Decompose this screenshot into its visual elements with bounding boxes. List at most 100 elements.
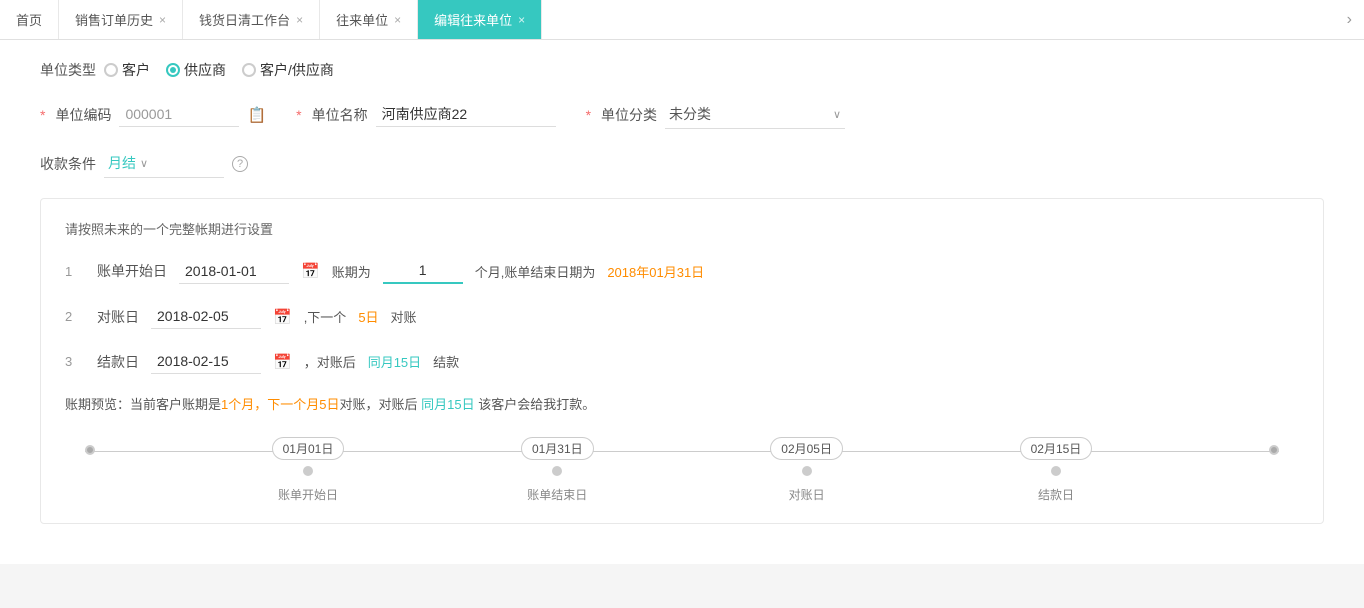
radio-supplier-label: 供应商	[184, 60, 226, 80]
timeline-dot-right	[1269, 445, 1279, 455]
tab-sales-history[interactable]: 销售订单历史 ×	[59, 0, 183, 39]
timeline-point-0: 01月01日 账单开始日	[272, 437, 345, 503]
preview-p1: 1个月，	[221, 397, 267, 412]
payment-terms-chevron-icon: ∨	[140, 157, 148, 170]
tab-home-label: 首页	[16, 10, 42, 29]
timeline-point-1: 01月31日 账单结束日	[521, 437, 594, 503]
period-date-input-2[interactable]	[151, 304, 261, 329]
timeline-label-1: 账单结束日	[527, 486, 587, 503]
period-num-3: 3	[65, 354, 85, 369]
tab-sales-history-label: 销售订单历史	[75, 10, 153, 29]
payment-terms-dropdown[interactable]: 月结 ∨	[104, 149, 224, 178]
tab-edit-partner-close[interactable]: ×	[518, 13, 525, 27]
period-row-2: 2 对账日 📅 ,下一个 5日 对账	[65, 304, 1299, 329]
unit-name-star: *	[296, 107, 301, 123]
period-label-period: 账期为	[332, 262, 371, 281]
period-calendar-icon-1[interactable]: 📅	[301, 262, 320, 280]
period-desc-2-highlight: 5日	[358, 307, 378, 326]
timeline-dot-left	[85, 445, 95, 455]
card-hint: 请按照未来的一个完整帐期进行设置	[65, 219, 1299, 238]
unit-name-label: 单位名称	[312, 105, 368, 125]
period-row-3: 3 结款日 📅 ，对账后同月15日 结款	[65, 349, 1299, 374]
period-months-input[interactable]	[383, 258, 463, 284]
main-content: 单位类型 客户 供应商 客户/供应商 * 单位编码	[0, 40, 1364, 564]
preview-label: 账期预览：当前客户账期是	[65, 397, 221, 412]
tab-partner-close[interactable]: ×	[394, 13, 401, 27]
unit-classify-star: *	[586, 107, 591, 123]
radio-supplier[interactable]: 供应商	[166, 60, 226, 80]
timeline-point-3: 02月15日 结款日	[1020, 437, 1093, 503]
tab-home[interactable]: 首页	[0, 0, 59, 39]
tab-partner-label: 往来单位	[336, 10, 388, 29]
payment-terms-group: 收款条件 月结 ∨ ?	[40, 149, 248, 178]
unit-classify-value: 未分类	[669, 104, 829, 124]
timeline-circle-0	[303, 466, 313, 476]
unit-code-label: 单位编码	[55, 105, 111, 125]
tab-cash-work[interactable]: 钱货日清工作台 ×	[183, 0, 320, 39]
period-desc-3-prefix: ，对账后	[304, 352, 356, 371]
period-date-input-1[interactable]	[179, 259, 289, 284]
timeline-circle-2	[802, 466, 812, 476]
payment-terms-row: 收款条件 月结 ∨ ?	[40, 149, 1324, 178]
preview-mid: 对账，对账后	[339, 397, 417, 412]
unit-type-row: 单位类型 客户 供应商 客户/供应商	[40, 60, 1324, 80]
period-desc-3-suffix: 结款	[433, 352, 459, 371]
period-desc-2-suffix: 对账	[391, 307, 417, 326]
tab-sales-history-close[interactable]: ×	[159, 13, 166, 27]
unit-code-input[interactable]	[119, 102, 239, 127]
timeline-badge-0: 01月01日	[272, 437, 345, 460]
unit-name-input[interactable]	[376, 102, 556, 127]
timeline-left-dot	[85, 445, 95, 503]
period-num-2: 2	[65, 309, 85, 324]
period-label-2: 对账日	[97, 307, 139, 327]
timeline-label-3: 结款日	[1038, 486, 1074, 503]
preview-p2: 下一个月5日	[267, 397, 339, 412]
radio-both-label: 客户/供应商	[260, 60, 334, 80]
period-label-3: 结款日	[97, 352, 139, 372]
radio-customer-circle	[104, 63, 118, 77]
radio-customer-label: 客户	[122, 60, 150, 80]
timeline-circle-3	[1051, 466, 1061, 476]
preview-text: 账期预览：当前客户账期是1个月，下一个月5日对账，对账后 同月15日 该客户会给…	[65, 394, 1299, 413]
timeline-circle-1	[552, 466, 562, 476]
tabs-bar: 首页 销售订单历史 × 钱货日清工作台 × 往来单位 × 编辑往来单位 × ›	[0, 0, 1364, 40]
unit-code-group: * 单位编码 📋	[40, 102, 266, 127]
unit-code-calendar-icon[interactable]: 📋	[247, 106, 266, 124]
timeline-label-0: 账单开始日	[278, 486, 338, 503]
radio-both[interactable]: 客户/供应商	[242, 60, 334, 80]
timeline-items: 01月01日 账单开始日 01月31日 账单结束日 02月05日 对账日 02月…	[85, 437, 1279, 503]
radio-both-circle	[242, 63, 256, 77]
period-desc-3-highlight: 同月15日	[368, 352, 421, 371]
timeline-badge-1: 01月31日	[521, 437, 594, 460]
unit-classify-group: * 单位分类 未分类 ∨	[586, 100, 845, 129]
unit-classify-label: 单位分类	[601, 105, 657, 125]
period-label-1: 账单开始日	[97, 261, 167, 281]
period-card: 请按照未来的一个完整帐期进行设置 1 账单开始日 📅 账期为 个月,账单结束日期…	[40, 198, 1324, 524]
timeline-right-dot	[1269, 445, 1279, 503]
period-calendar-icon-2[interactable]: 📅	[273, 308, 292, 326]
timeline-badge-3: 02月15日	[1020, 437, 1093, 460]
unit-classify-chevron-icon: ∨	[833, 108, 841, 121]
period-row-1: 1 账单开始日 📅 账期为 个月,账单结束日期为 2018年01月31日	[65, 258, 1299, 284]
tab-more-button[interactable]: ›	[1335, 11, 1364, 29]
tab-partner[interactable]: 往来单位 ×	[320, 0, 418, 39]
unit-code-star: *	[40, 107, 45, 123]
period-calendar-icon-3[interactable]: 📅	[273, 353, 292, 371]
radio-group: 客户 供应商 客户/供应商	[104, 60, 334, 80]
timeline-point-2: 02月05日 对账日	[770, 437, 843, 503]
unit-classify-dropdown[interactable]: 未分类 ∨	[665, 100, 845, 129]
timeline-label-2: 对账日	[789, 486, 825, 503]
preview-p3: 同月15日	[421, 397, 474, 412]
period-date-input-3[interactable]	[151, 349, 261, 374]
tab-edit-partner-label: 编辑往来单位	[434, 10, 512, 29]
tab-cash-work-label: 钱货日清工作台	[199, 10, 290, 29]
timeline-wrapper: 01月01日 账单开始日 01月31日 账单结束日 02月05日 对账日 02月…	[65, 437, 1299, 503]
period-desc-2-prefix: ,下一个	[304, 307, 347, 326]
help-icon[interactable]: ?	[232, 156, 248, 172]
radio-customer[interactable]: 客户	[104, 60, 150, 80]
period-unit: 个月,账单结束日期为	[475, 262, 596, 281]
preview-end: 该客户会给我打款。	[478, 397, 595, 412]
tab-edit-partner[interactable]: 编辑往来单位 ×	[418, 0, 542, 39]
unit-name-group: * 单位名称	[296, 102, 555, 127]
tab-cash-work-close[interactable]: ×	[296, 13, 303, 27]
